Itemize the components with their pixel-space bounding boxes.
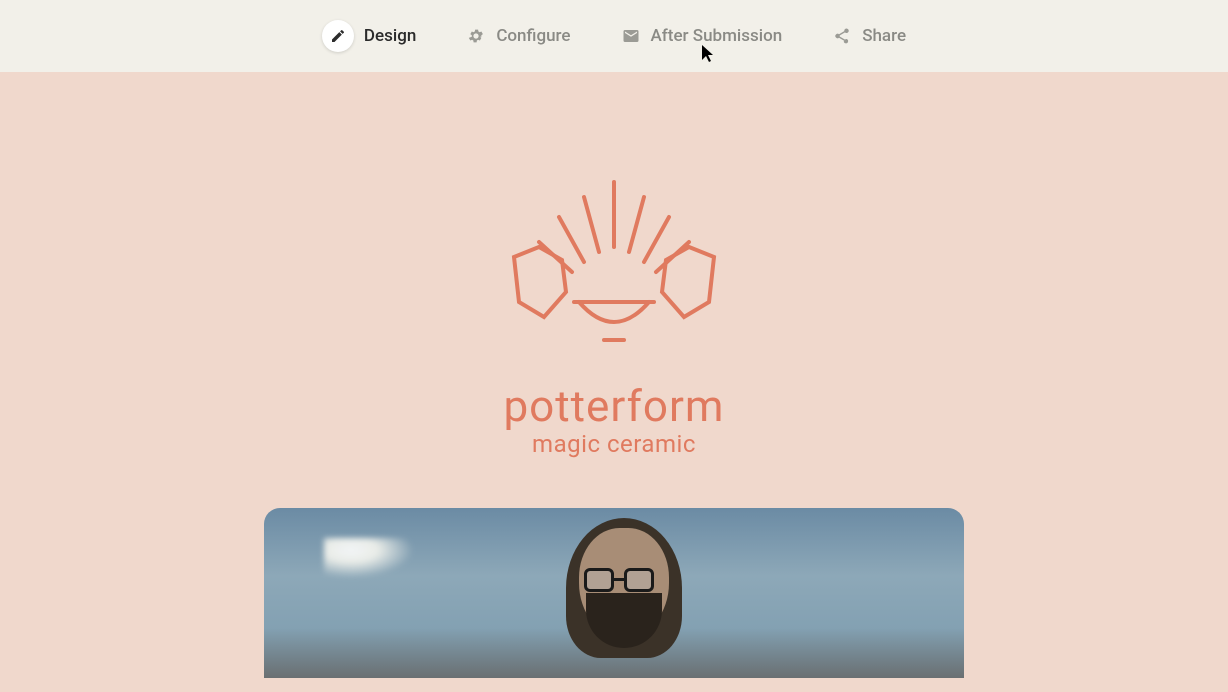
tab-configure[interactable]: Configure: [466, 26, 570, 46]
form-canvas: potterform magic ceramic: [0, 72, 1228, 692]
tab-after-submission[interactable]: After Submission: [621, 26, 783, 46]
pencil-icon: [322, 20, 354, 52]
mail-icon: [621, 26, 641, 46]
tab-label: After Submission: [651, 26, 783, 46]
top-tabs: Design Configure After Submission Share: [0, 0, 1228, 72]
tab-label: Share: [862, 26, 906, 46]
brand-name: potterform: [503, 380, 724, 432]
brand-tagline: magic ceramic: [532, 430, 696, 458]
cursor-icon: [702, 45, 716, 63]
hero-person: [544, 508, 704, 678]
tab-share[interactable]: Share: [832, 26, 906, 46]
tab-label: Configure: [496, 26, 570, 46]
tab-design[interactable]: Design: [322, 20, 416, 52]
gear-icon: [466, 26, 486, 46]
brand-logo-block[interactable]: potterform magic ceramic: [484, 172, 744, 458]
tab-label: Design: [364, 26, 416, 46]
hero-image[interactable]: [264, 508, 964, 678]
potterform-logo-icon: [484, 172, 744, 372]
share-icon: [832, 26, 852, 46]
